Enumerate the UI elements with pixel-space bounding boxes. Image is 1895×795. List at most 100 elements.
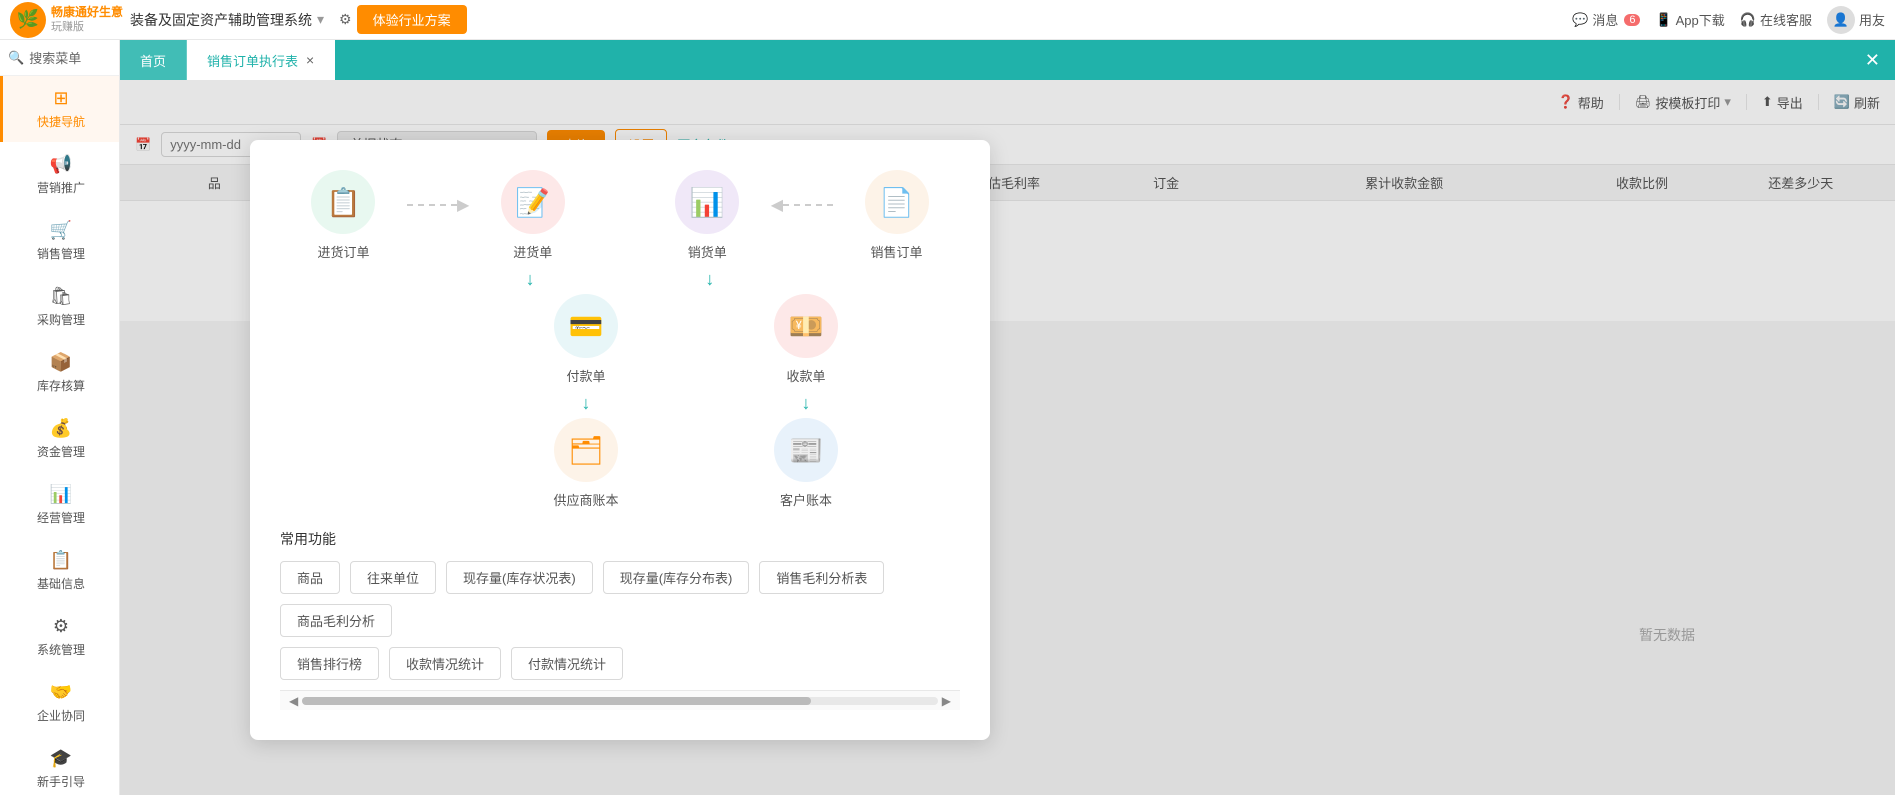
func-btn-inventory-status[interactable]: 现存量(库存状况表) xyxy=(446,561,593,594)
top-right: 💬 消息 6 📱 App下载 🎧 在线客服 👤 用友 xyxy=(1572,6,1885,34)
func-btn-receipt-stats[interactable]: 收款情况统计 xyxy=(389,647,501,680)
tab-close-btn[interactable]: × xyxy=(306,52,314,68)
flow-circle-receipt[interactable]: 💴 xyxy=(774,294,838,358)
newbie-icon: 🎓 xyxy=(50,748,72,769)
flow-col-1: 📋 进货订单 xyxy=(280,170,407,261)
scroll-left-arrow[interactable]: ◀ xyxy=(285,694,302,708)
tab-bar: 首页 销售订单执行表 × ✕ xyxy=(120,40,1895,80)
system-title-text: 装备及固定资产辅助管理系统 xyxy=(130,10,312,30)
main-area: 🔍 搜索菜单 ⊞ 快捷导航 📢 营销推广 🛒 销售管理 🛍 采购管理 📦 xyxy=(0,40,1895,795)
flow-arrow-2: ◀ xyxy=(771,195,833,237)
func-btn-product[interactable]: 商品 xyxy=(280,561,340,594)
content-area: 首页 销售订单执行表 × ✕ ❓ 帮助 xyxy=(120,40,1895,795)
arrow-down-receipt: ↓ xyxy=(726,393,886,414)
flow-col-customer: 📰 客户账本 xyxy=(726,418,886,509)
app-download-item[interactable]: 📱 App下载 xyxy=(1655,10,1724,29)
flow-circle-purchase-bill[interactable]: 📝 xyxy=(501,170,565,234)
func-btn-row1: 商品 往来单位 现存量(库存状况表) 现存量(库存分布表) 销售毛利分析表 商品… xyxy=(280,561,960,637)
sales-icon: 🛒 xyxy=(50,220,72,241)
flow-label-purchase-order: 进货订单 xyxy=(317,242,369,261)
sidebar-item-newbie[interactable]: 🎓 新手引导 xyxy=(0,736,119,795)
sidebar-item-label-sales: 销售管理 xyxy=(37,245,85,262)
flow-label-sales-order: 销售订单 xyxy=(871,242,923,261)
flow-label-receipt: 收款单 xyxy=(786,366,825,385)
flow-circle-sales-order[interactable]: 📄 xyxy=(865,170,929,234)
flow-circle-customer-ledger[interactable]: 📰 xyxy=(774,418,838,482)
sidebar-item-label-operations: 经营管理 xyxy=(37,509,85,526)
close-window-btn[interactable]: ✕ xyxy=(1850,50,1895,71)
sidebar-item-label-basic: 基础信息 xyxy=(37,575,85,592)
arrow-down-col2: ↓ xyxy=(465,269,596,290)
down-arrow-receipt: ↓ xyxy=(802,393,811,414)
flow-arrow-1: ▶ xyxy=(407,195,469,237)
spacer-row2-3 xyxy=(829,269,960,290)
tab-current-label: 销售订单执行表 xyxy=(207,51,298,70)
sidebar-item-label-finance: 资金管理 xyxy=(37,443,85,460)
sidebar-item-label-inventory: 库存核算 xyxy=(37,377,85,394)
flow-label-purchase-bill: 进货单 xyxy=(513,242,552,261)
spacer-row4-2 xyxy=(666,393,726,414)
arrow-down-payment: ↓ xyxy=(506,393,666,414)
sidebar-item-finance[interactable]: 💰 资金管理 xyxy=(0,406,119,472)
tab-home[interactable]: 首页 xyxy=(120,40,187,80)
scroll-thumb[interactable] xyxy=(302,697,810,705)
flow-col-payment: 💳 付款单 xyxy=(506,294,666,385)
system-title: 装备及固定资产辅助管理系统 ▾ ⚙ 体验行业方案 xyxy=(130,5,1572,34)
flow-circle-payment[interactable]: 💳 xyxy=(554,294,618,358)
func-btn-counterpart[interactable]: 往来单位 xyxy=(350,561,436,594)
sidebar-item-purchase[interactable]: 🛍 采购管理 xyxy=(0,274,119,340)
scroll-right-arrow[interactable]: ▶ xyxy=(938,694,955,708)
arrow-down-col3: ↓ xyxy=(645,269,776,290)
func-btn-inventory-dist[interactable]: 现存量(库存分布表) xyxy=(603,561,750,594)
sidebar-search[interactable]: 🔍 搜索菜单 xyxy=(0,40,119,76)
finance-icon: 💰 xyxy=(50,418,72,439)
flow-label-sales-bill: 销货单 xyxy=(688,242,727,261)
sidebar-item-basic[interactable]: 📋 基础信息 xyxy=(0,538,119,604)
sidebar-item-label-system: 系统管理 xyxy=(37,641,85,658)
user-area[interactable]: 👤 用友 xyxy=(1827,6,1885,34)
flow-col-3: 📊 销货单 xyxy=(644,170,771,261)
system-dropdown-icon[interactable]: ▾ xyxy=(317,11,324,28)
right-content: ❓ 帮助 🖨 按模板打印 ▾ ⬆ 导出 xyxy=(120,80,1895,795)
logo-area: 🌿 畅康通好生意 玩赚版 xyxy=(10,2,130,38)
message-item[interactable]: 💬 消息 6 xyxy=(1572,10,1640,29)
flow-col-2: 📝 进货单 xyxy=(469,170,596,261)
basic-icon: 📋 xyxy=(50,550,72,571)
user-label: 用友 xyxy=(1859,10,1885,29)
trial-button[interactable]: 体验行业方案 xyxy=(357,5,467,34)
flow-label-payment: 付款单 xyxy=(566,366,605,385)
func-btn-payment-stats[interactable]: 付款情况统计 xyxy=(511,647,623,680)
func-btn-row2: 销售排行榜 收款情况统计 付款情况统计 xyxy=(280,647,960,680)
sidebar-item-operations[interactable]: 📊 经营管理 xyxy=(0,472,119,538)
spacer-row2-arrow2 xyxy=(775,269,829,290)
logo-text: 畅康通好生意 玩赚版 xyxy=(51,5,123,35)
sidebar-item-sales[interactable]: 🛒 销售管理 xyxy=(0,208,119,274)
sidebar-item-enterprise[interactable]: 🤝 企业协同 xyxy=(0,670,119,736)
func-btn-sales-ranking[interactable]: 销售排行榜 xyxy=(280,647,379,680)
top-bar: 🌿 畅康通好生意 玩赚版 装备及固定资产辅助管理系统 ▾ ⚙ 体验行业方案 💬 … xyxy=(0,0,1895,40)
down-arrow-payment: ↓ xyxy=(582,393,591,414)
sidebar-item-marketing[interactable]: 📢 营销推广 xyxy=(0,142,119,208)
tab-current[interactable]: 销售订单执行表 × xyxy=(187,40,335,80)
settings-icon[interactable]: ⚙ xyxy=(339,11,352,28)
modal-overlay[interactable]: 📋 进货订单 ▶ xyxy=(120,80,1895,795)
sidebar-item-quick-nav[interactable]: ⊞ 快捷导航 xyxy=(0,76,119,142)
online-service-item[interactable]: 🎧 在线客服 xyxy=(1740,10,1812,29)
flow-circle-purchase-order[interactable]: 📋 xyxy=(311,170,375,234)
func-btn-product-profit-analysis[interactable]: 商品毛利分析 xyxy=(280,604,392,637)
flow-circle-sales-bill[interactable]: 📊 xyxy=(675,170,739,234)
sidebar-item-system[interactable]: ⚙ 系统管理 xyxy=(0,604,119,670)
scroll-track[interactable] xyxy=(302,697,938,705)
sidebar-item-inventory[interactable]: 📦 库存核算 xyxy=(0,340,119,406)
flow-col-receipt: 💴 收款单 xyxy=(726,294,886,385)
common-functions-title: 常用功能 xyxy=(280,529,960,549)
purchase-icon: 🛍 xyxy=(50,286,73,307)
sidebar-item-label-enterprise: 企业协同 xyxy=(37,707,85,724)
spacer-row4-arrow1 xyxy=(440,393,506,414)
sidebar-item-label-quick-nav: 快捷导航 xyxy=(37,113,85,130)
message-icon: 💬 xyxy=(1572,12,1588,28)
app-container: 🌿 畅康通好生意 玩赚版 装备及固定资产辅助管理系统 ▾ ⚙ 体验行业方案 💬 … xyxy=(0,0,1895,795)
func-btn-sales-profit-analysis[interactable]: 销售毛利分析表 xyxy=(759,561,884,594)
flow-circle-supplier-ledger[interactable]: 🗂 xyxy=(554,418,618,482)
flow-col-4: 📄 销售订单 xyxy=(833,170,960,261)
